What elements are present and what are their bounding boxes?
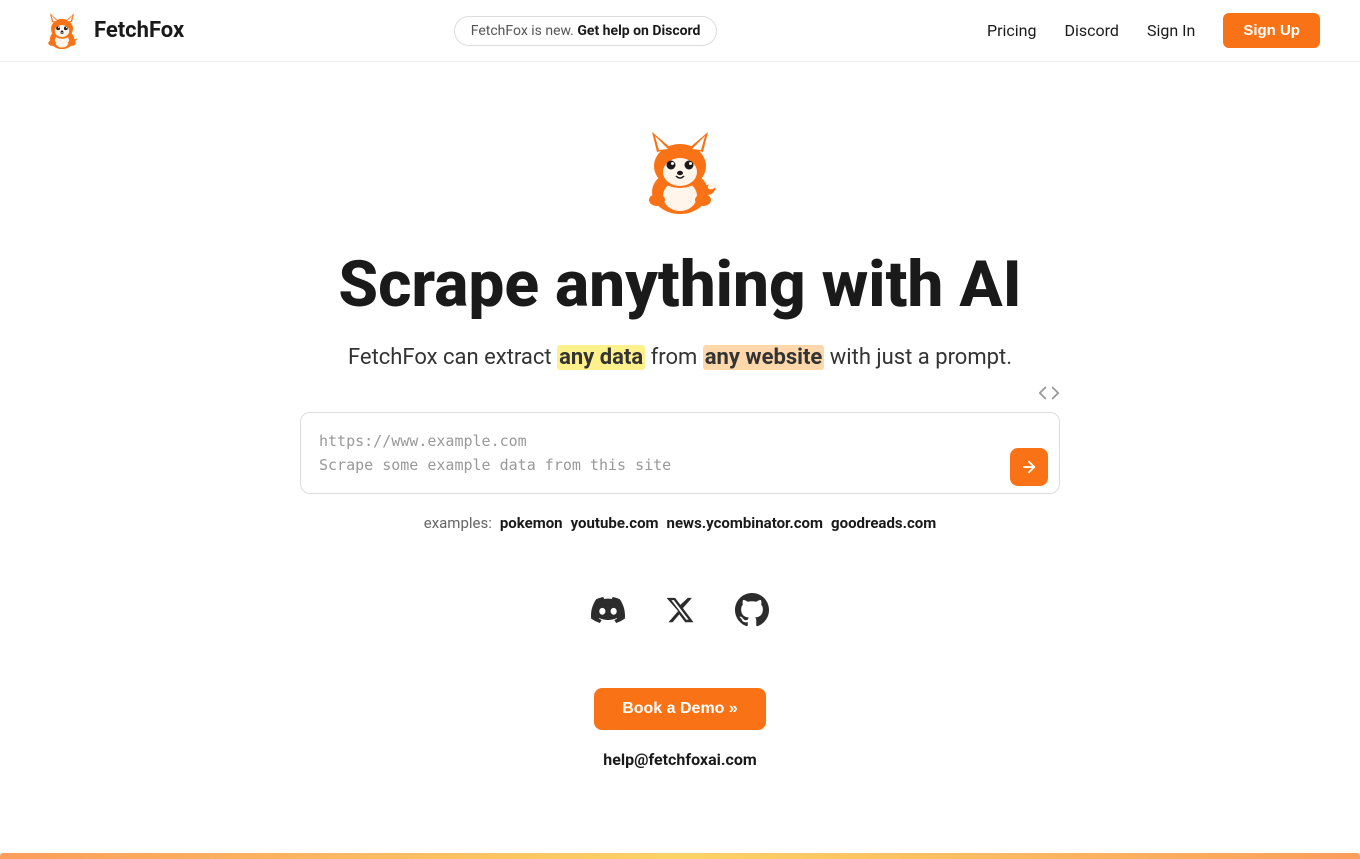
highlight-any-data: any data xyxy=(557,345,645,370)
fox-logo-icon xyxy=(40,9,84,53)
brand-logo-area[interactable]: FetchFox xyxy=(40,9,184,53)
twitter-icon[interactable] xyxy=(662,592,698,628)
scrape-textarea[interactable]: https://www.example.com Scrape some exam… xyxy=(300,412,1060,494)
discord-icon[interactable] xyxy=(590,592,626,628)
pricing-link[interactable]: Pricing xyxy=(987,21,1037,40)
example-link-pokemon[interactable]: pokemon xyxy=(500,514,563,532)
social-icons-row xyxy=(590,592,770,628)
signup-button[interactable]: Sign Up xyxy=(1223,13,1320,48)
example-link-goodreads[interactable]: goodreads.com xyxy=(831,514,936,532)
examples-row: examples: pokemon youtube.com news.ycomb… xyxy=(424,514,937,532)
examples-label: examples: xyxy=(424,514,492,532)
hero-title: Scrape anything with AI xyxy=(338,250,1021,320)
github-icon[interactable] xyxy=(734,592,770,628)
scrape-input-container: https://www.example.com Scrape some exam… xyxy=(300,412,1060,498)
bottom-bar xyxy=(0,853,1360,859)
example-link-youtube[interactable]: youtube.com xyxy=(571,514,659,532)
header-banner: FetchFox is new. Get help on Discord xyxy=(454,16,718,46)
help-email: help@fetchfoxai.com xyxy=(603,750,756,769)
book-demo-button[interactable]: Book a Demo » xyxy=(594,688,766,730)
highlight-any-website: any website xyxy=(703,345,825,370)
discord-link[interactable]: Discord xyxy=(1064,21,1118,40)
example-link-ycombinator[interactable]: news.ycombinator.com xyxy=(667,514,823,532)
new-banner: FetchFox is new. Get help on Discord xyxy=(454,16,718,46)
brand-name: FetchFox xyxy=(94,18,184,43)
signin-link[interactable]: Sign In xyxy=(1147,21,1195,40)
code-icon[interactable] xyxy=(1038,382,1060,409)
submit-button[interactable] xyxy=(1010,448,1048,486)
hero-subtitle: FetchFox can extract any data from any w… xyxy=(348,340,1012,375)
hero-fox-icon xyxy=(630,122,730,222)
header-nav: Pricing Discord Sign In Sign Up xyxy=(987,13,1320,48)
